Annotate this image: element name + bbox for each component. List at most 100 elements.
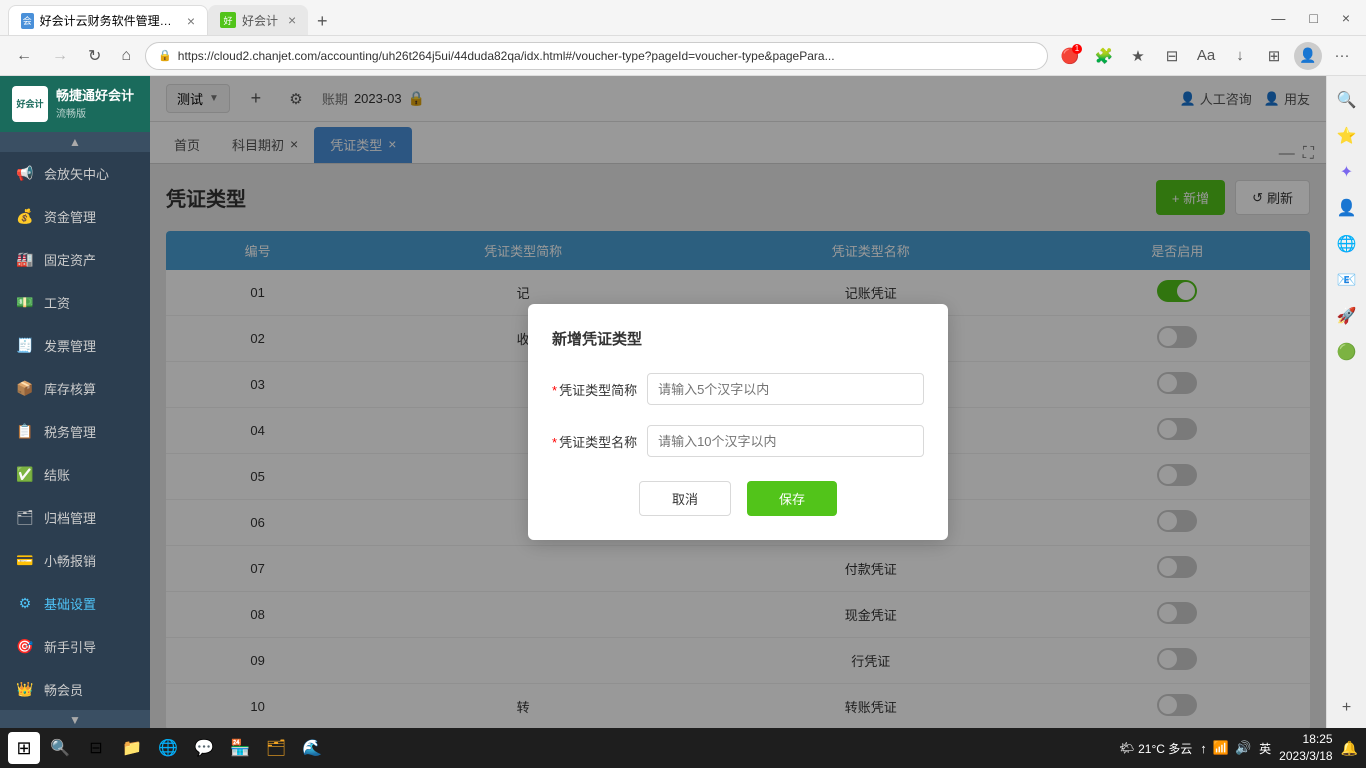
required-mark-name: *: [552, 435, 557, 450]
kb-indicator[interactable]: 英: [1259, 740, 1271, 757]
sidebar-item-expense[interactable]: 💳 小畅报销: [0, 539, 150, 582]
rs-profile-icon[interactable]: 👤: [1331, 192, 1363, 224]
browser-tabs: 会 好会计云财务软件管理系统_会计 × 好 好会计 × +: [8, 0, 1263, 35]
address-bar[interactable]: 🔒 https://cloud2.chanjet.com/accounting/…: [145, 42, 1048, 70]
guide-label: 新手引导: [44, 637, 96, 656]
scroll-up[interactable]: ▲: [0, 132, 150, 152]
sidebar-item-invoice[interactable]: 🧾 发票管理: [0, 324, 150, 367]
payroll-icon: 💵: [16, 294, 34, 312]
modal-title: 新增凭证类型: [552, 328, 924, 349]
edge-button[interactable]: 🌊: [296, 732, 328, 764]
files-button[interactable]: 🗂: [260, 732, 292, 764]
rs-star-icon[interactable]: ⭐: [1331, 120, 1363, 152]
rs-search-icon[interactable]: 🔍: [1331, 84, 1363, 116]
close-button[interactable]: ×: [1334, 6, 1358, 30]
reload-button[interactable]: ↻: [82, 42, 107, 70]
sidebar-item-archive[interactable]: 🗂 归档管理: [0, 496, 150, 539]
extension-icon-red[interactable]: 🔴 1: [1056, 42, 1084, 70]
abbr-input[interactable]: [647, 373, 924, 405]
notices-label: 会放矢中心: [44, 164, 109, 183]
maximize-button[interactable]: □: [1301, 6, 1325, 30]
rs-copilot-icon[interactable]: ✦: [1331, 156, 1363, 188]
weather-text: 21°C 多云: [1138, 740, 1192, 757]
logo-text: 畅捷通好会计: [56, 88, 134, 105]
wifi-icon[interactable]: 📶: [1213, 740, 1229, 756]
collections-button[interactable]: ⊞: [1260, 42, 1288, 70]
tab1-close[interactable]: ×: [187, 13, 195, 29]
tab1-favicon: 会: [21, 13, 34, 29]
rs-email-icon[interactable]: 📧: [1331, 264, 1363, 296]
rs-green-icon[interactable]: 🟢: [1331, 336, 1363, 368]
logo-info: 畅捷通好会计 流畅版: [56, 88, 134, 120]
browser-toolbar-icons: 🔴 1 🧩 ★ ⊟ Aa ↓ ⊞ 👤 ···: [1056, 42, 1356, 70]
search-taskbar-button[interactable]: 🔍: [44, 732, 76, 764]
sidebar-item-member[interactable]: 👑 畅会员: [0, 668, 150, 710]
sidebar-item-capital[interactable]: 💰 资金管理: [0, 195, 150, 238]
new-tab-button[interactable]: +: [308, 7, 336, 35]
reader-mode-button[interactable]: Aa: [1192, 42, 1220, 70]
scroll-down[interactable]: ▼: [0, 710, 150, 730]
sidebar-item-inventory[interactable]: 📦 库存核算: [0, 367, 150, 410]
archive-label: 归档管理: [44, 508, 96, 527]
member-icon: 👑: [16, 681, 34, 699]
sidebar-item-guide[interactable]: 🎯 新手引导: [0, 625, 150, 668]
home-button[interactable]: ⌂: [115, 43, 137, 69]
tab2-close[interactable]: ×: [288, 12, 296, 28]
fixed-assets-label: 固定资产: [44, 250, 96, 269]
save-button[interactable]: ↓: [1226, 42, 1254, 70]
guide-icon: 🎯: [16, 638, 34, 656]
back-button[interactable]: ←: [10, 43, 38, 69]
start-button[interactable]: ⊞: [8, 732, 40, 764]
right-sidebar: 🔍 ⭐ ✦ 👤 🌐 📧 🚀 🟢 + ⚙: [1326, 76, 1366, 768]
cancel-button[interactable]: 取消: [639, 481, 731, 516]
profile-button[interactable]: 👤: [1294, 42, 1322, 70]
forward-button[interactable]: →: [46, 43, 74, 69]
save-button[interactable]: 保存: [747, 481, 837, 516]
inventory-icon: 📦: [16, 380, 34, 398]
name-input[interactable]: [647, 425, 924, 457]
member-label: 畅会员: [44, 680, 83, 699]
modal-dialog: 新增凭证类型 *凭证类型简称 *凭证类型名称 取消 保存: [528, 304, 948, 540]
sidebar-item-payroll[interactable]: 💵 工资: [0, 281, 150, 324]
split-view-button[interactable]: ⊟: [1158, 42, 1186, 70]
expense-label: 小畅报销: [44, 551, 96, 570]
minimize-button[interactable]: —: [1263, 6, 1293, 30]
notification-button[interactable]: 🔔: [1341, 740, 1358, 757]
extensions-button[interactable]: 🧩: [1090, 42, 1118, 70]
time-display: 18:25: [1279, 731, 1332, 748]
browser-tab-1[interactable]: 会 好会计云财务软件管理系统_会计 ×: [8, 5, 208, 35]
tax-icon: 📋: [16, 423, 34, 441]
favorites-button[interactable]: ★: [1124, 42, 1152, 70]
weather-info[interactable]: 🌤 21°C 多云: [1119, 740, 1192, 757]
browser-tab-2[interactable]: 好 好会计 ×: [208, 5, 308, 35]
tab1-title: 好会计云财务软件管理系统_会计: [40, 12, 177, 29]
tax-label: 税务管理: [44, 422, 96, 441]
rs-add-icon[interactable]: +: [1331, 692, 1363, 724]
wechat-button[interactable]: 💬: [188, 732, 220, 764]
sound-icon[interactable]: 🔊: [1235, 740, 1251, 756]
explorer-button[interactable]: 📁: [116, 732, 148, 764]
sidebar-item-fixed-assets[interactable]: 🏭 固定资产: [0, 238, 150, 281]
taskbar: ⊞ 🔍 ⊟ 📁 🌐 💬 🏪 🗂 🌊 🌤 21°C 多云 ↑ 📶 🔊 英 18:2…: [0, 728, 1366, 768]
sidebar-item-checkout[interactable]: ✅ 结账: [0, 453, 150, 496]
date-display: 2023/3/18: [1279, 748, 1332, 765]
network-up-icon[interactable]: ↑: [1200, 741, 1207, 756]
appstore-button[interactable]: 🏪: [224, 732, 256, 764]
sidebar-item-settings[interactable]: ⚙ 基础设置: [0, 582, 150, 625]
notices-icon: 📢: [16, 165, 34, 183]
taskbar-sys-icons: ↑ 📶 🔊: [1200, 740, 1251, 756]
capital-icon: 💰: [16, 208, 34, 226]
taskview-button[interactable]: ⊟: [80, 732, 112, 764]
browser-addressbar: ← → ↻ ⌂ 🔒 https://cloud2.chanjet.com/acc…: [0, 36, 1366, 76]
sidebar-scroll: 📢 会放矢中心 💰 资金管理 🏭 固定资产 💵 工资 🧾 发票管理 📦: [0, 152, 150, 710]
checkout-label: 结账: [44, 465, 70, 484]
ext-badge: 1: [1072, 44, 1082, 54]
more-options-button[interactable]: ···: [1328, 42, 1356, 70]
chrome-button[interactable]: 🌐: [152, 732, 184, 764]
sidebar-item-tax[interactable]: 📋 税务管理: [0, 410, 150, 453]
logo-subtitle: 流畅版: [56, 105, 134, 120]
logo-icon: 好会计: [12, 86, 48, 122]
rs-send-icon[interactable]: 🚀: [1331, 300, 1363, 332]
rs-browser-icon[interactable]: 🌐: [1331, 228, 1363, 260]
sidebar-item-notices[interactable]: 📢 会放矢中心: [0, 152, 150, 195]
